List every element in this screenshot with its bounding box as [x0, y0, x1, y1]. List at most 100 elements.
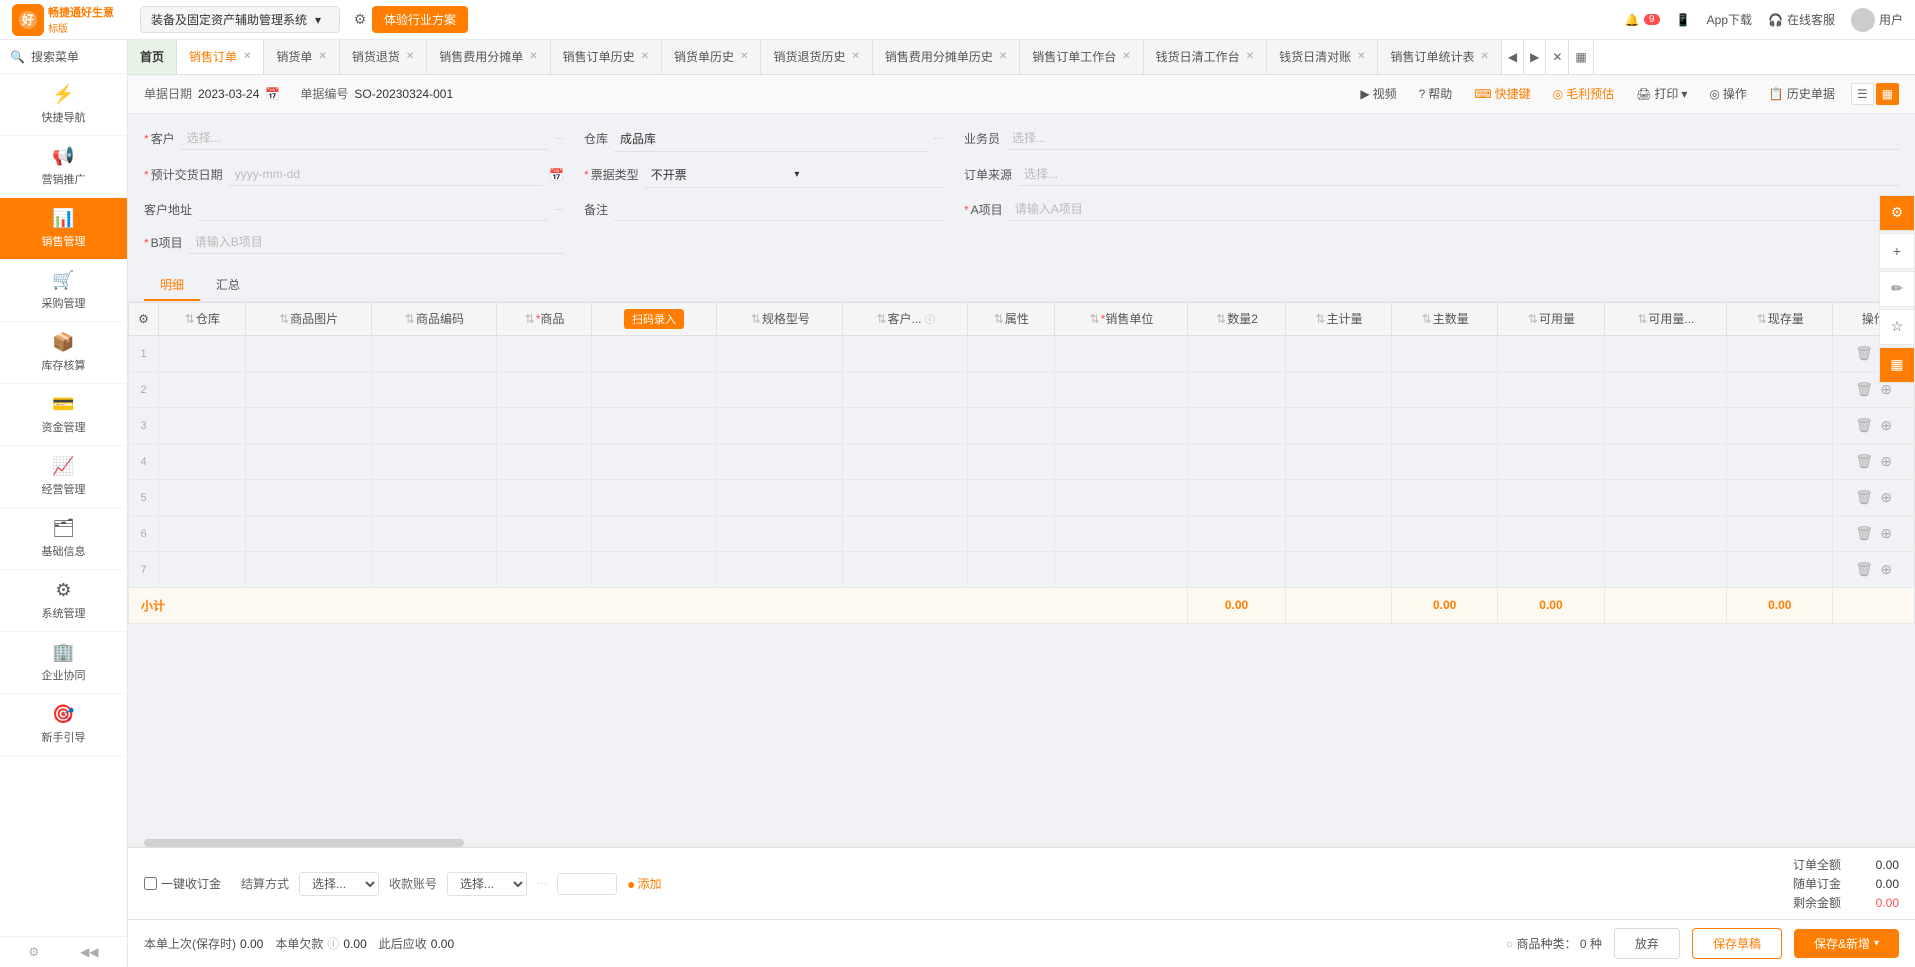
float-add-btn[interactable]: + [1879, 233, 1915, 269]
tab-close-sales-order-workbench[interactable]: ✕ [1122, 51, 1130, 62]
row-copy-5[interactable]: ⊕ [1878, 487, 1894, 508]
add-btn[interactable]: ● 添加 [627, 875, 661, 892]
sort-product[interactable]: ⇅ [525, 312, 535, 326]
sidebar-item-sales[interactable]: 📊 销售管理 [0, 198, 127, 260]
sidebar-item-enterprise[interactable]: 🏢 企业协同 [0, 632, 127, 694]
tab-close-sales-fee-split-history[interactable]: ✕ [999, 51, 1007, 62]
salesperson-input[interactable] [1006, 127, 1899, 150]
tab-close-sales-return[interactable]: ✕ [318, 51, 326, 62]
preview-btn[interactable]: ▶ 视频 [1354, 83, 1402, 104]
history-btn[interactable]: 📋 历史单据 [1763, 83, 1841, 104]
sort-qty2[interactable]: ⇅ [1216, 312, 1226, 326]
tab-cash-daily-workbench[interactable]: 钱货日清工作台 ✕ [1144, 40, 1267, 75]
sort-stock[interactable]: ⇅ [1757, 312, 1767, 326]
row-copy-7[interactable]: ⊕ [1878, 559, 1894, 580]
tab-sales-order-workbench[interactable]: 销售订单工作台 ✕ [1020, 40, 1143, 75]
tab-close-sales-order[interactable]: ✕ [243, 51, 251, 62]
sidebar-item-finance[interactable]: 💳 资金管理 [0, 384, 127, 446]
float-qr-btn[interactable]: ▦ [1879, 347, 1915, 383]
sidebar-collapse-icon[interactable]: ◀◀ [80, 945, 98, 959]
online-service-btn[interactable]: 🎧 在线客服 [1768, 11, 1835, 28]
tab-close-cash-daily-workbench[interactable]: ✕ [1246, 51, 1254, 62]
account-select[interactable]: 选择... [447, 872, 527, 896]
tab-close-sales-order-history[interactable]: ✕ [641, 51, 649, 62]
float-settings-btn[interactable]: ⚙ [1879, 195, 1915, 231]
row-copy-6[interactable]: ⊕ [1878, 523, 1894, 544]
layout-list-btn[interactable]: ☰ [1851, 83, 1874, 105]
sort-product-image[interactable]: ⇅ [279, 312, 289, 326]
tab-sales-return-history[interactable]: 销货单历史 ✕ [662, 40, 761, 75]
tab-sales-order-history[interactable]: 销售订单历史 ✕ [551, 40, 662, 75]
profit-btn[interactable]: ◎ 毛利预估 [1547, 83, 1621, 104]
tab-nav-next[interactable]: ▶ [1524, 40, 1546, 75]
sort-product-code[interactable]: ⇅ [405, 312, 415, 326]
tab-summary[interactable]: 汇总 [200, 270, 256, 301]
sort-available[interactable]: ⇅ [1528, 312, 1538, 326]
discard-btn[interactable]: 放弃 [1614, 928, 1680, 959]
user-area[interactable]: 用户 [1851, 8, 1903, 32]
b-project-input[interactable] [189, 231, 564, 254]
row-delete-4[interactable]: 🗑 [1853, 451, 1875, 472]
account-dots-btn[interactable]: ··· [537, 878, 547, 889]
row-delete-5[interactable]: 🗑 [1853, 487, 1875, 508]
notifications-btn[interactable]: 🔔 9 [1625, 13, 1660, 27]
sidebar-settings-icon[interactable]: ⚙ [28, 945, 39, 959]
tab-sales-return[interactable]: 销货单 ✕ [264, 40, 339, 75]
settings-gear-icon[interactable]: ⚙ [348, 8, 372, 32]
sidebar-item-search[interactable]: 🔍 搜索菜单 [0, 40, 127, 74]
customer-address-dots-btn[interactable]: ··· [554, 204, 564, 215]
tab-sales-order[interactable]: 销售订单 ✕ [177, 40, 264, 75]
sort-warehouse[interactable]: ⇅ [185, 312, 195, 326]
tab-detail[interactable]: 明细 [144, 270, 200, 301]
row-delete-6[interactable]: 🗑 [1853, 523, 1875, 544]
delivery-date-calendar-icon[interactable]: 📅 [549, 168, 564, 182]
sort-customer-code[interactable]: ⇅ [876, 312, 886, 326]
system-selector[interactable]: 装备及固定资产辅助管理系统 ▾ [140, 6, 340, 33]
customer-code-info-icon[interactable]: ⓘ [925, 315, 935, 326]
warehouse-value[interactable]: 成品库 [614, 126, 928, 152]
th-settings[interactable]: ⚙ [129, 302, 159, 335]
sidebar-item-operations[interactable]: 📈 经营管理 [0, 446, 127, 508]
shortcut-btn[interactable]: ⌨ 快捷键 [1468, 83, 1536, 104]
scrollbar-thumb[interactable] [144, 839, 464, 847]
calendar-icon[interactable]: 📅 [265, 87, 280, 101]
sidebar-item-purchase[interactable]: 🛒 采购管理 [0, 260, 127, 322]
customer-dots-btn[interactable]: ··· [554, 133, 564, 144]
tab-sales-return-goods[interactable]: 销货退货 ✕ [340, 40, 427, 75]
date-value[interactable]: 2023-03-24 [198, 87, 259, 101]
sort-main-unit[interactable]: ⇅ [1315, 312, 1325, 326]
scan-btn[interactable]: 扫码录入 [624, 309, 684, 329]
sidebar-item-guide[interactable]: 🎯 新手引导 [0, 694, 127, 756]
sidebar-item-quick-nav[interactable]: ⚡ 快捷导航 [0, 74, 127, 136]
row-copy-3[interactable]: ⊕ [1878, 415, 1894, 436]
tab-cash-reconcile[interactable]: 钱货日清对账 ✕ [1267, 40, 1378, 75]
save-new-btn[interactable]: 保存&新增 ▾ [1794, 929, 1899, 958]
horizontal-scrollbar[interactable] [128, 839, 1915, 847]
sidebar-item-marketing[interactable]: 📢 营销推广 [0, 136, 127, 198]
sort-sales-unit[interactable]: ⇅ [1090, 312, 1100, 326]
note-input[interactable] [614, 198, 944, 221]
product-count-icon[interactable]: ○ [1506, 937, 1513, 951]
order-source-input[interactable] [1018, 163, 1899, 186]
tab-close-sales-summary[interactable]: ✕ [1481, 51, 1489, 62]
customer-address-input[interactable] [198, 198, 548, 221]
sort-attribute[interactable]: ⇅ [994, 312, 1004, 326]
a-project-input[interactable] [1009, 198, 1899, 221]
tab-nav-menu[interactable]: ▦ [1569, 40, 1593, 75]
row-delete-2[interactable]: 🗑 [1853, 379, 1875, 400]
current-order-info[interactable]: ⓘ [327, 935, 339, 952]
save-new-arrow[interactable]: ▾ [1874, 938, 1879, 949]
float-star-btn[interactable]: ☆ [1879, 309, 1915, 345]
amount-input[interactable]: 0.00 [557, 873, 617, 895]
print-btn[interactable]: 🖨 打印 ▾ [1630, 83, 1693, 104]
tab-nav-prev[interactable]: ◀ [1502, 40, 1524, 75]
tab-close-sales-return-goods[interactable]: ✕ [406, 51, 414, 62]
sidebar-item-inventory[interactable]: 📦 库存核算 [0, 322, 127, 384]
tab-close-cash-reconcile[interactable]: ✕ [1357, 51, 1365, 62]
industry-btn[interactable]: 体验行业方案 [372, 6, 468, 33]
tab-close-sales-return-history[interactable]: ✕ [740, 51, 748, 62]
sort-available2[interactable]: ⇅ [1637, 312, 1647, 326]
tab-sales-fee-split[interactable]: 销售费用分摊单 ✕ [427, 40, 550, 75]
float-edit-btn[interactable]: ✏ [1879, 271, 1915, 307]
row-delete-1[interactable]: 🗑 [1853, 343, 1875, 364]
